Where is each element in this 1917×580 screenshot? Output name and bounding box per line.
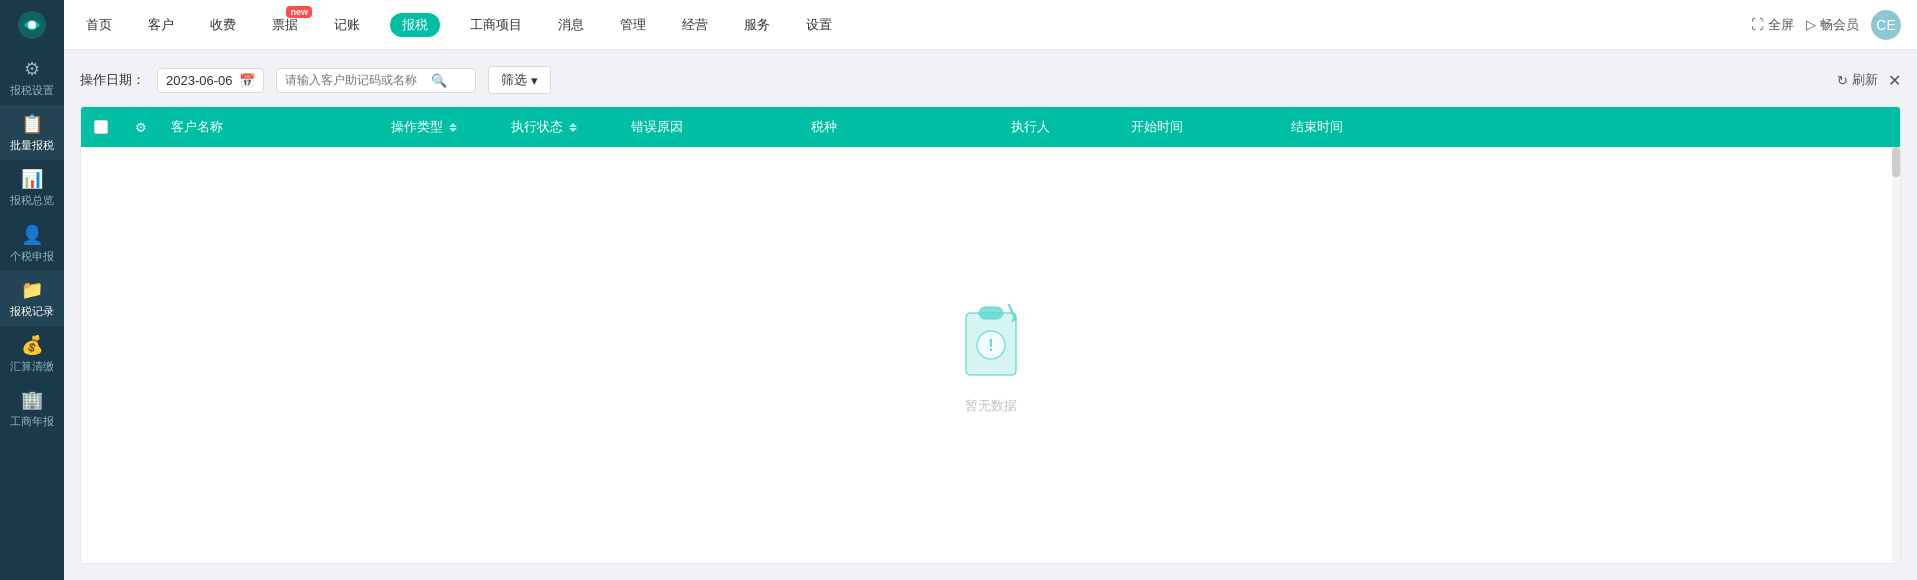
sidebar-item-baoshuijilu[interactable]: 📁 报税记录 <box>0 271 64 326</box>
empty-text: 暂无数据 <box>965 397 1017 415</box>
th-start-time: 开始时间 <box>1121 118 1281 136</box>
nav-piaoju[interactable]: 票据 new <box>266 12 304 38</box>
table-header: ⚙ 客户名称 操作类型 执行状态 <box>81 107 1900 147</box>
content-area: 操作日期： 2023-06-06 📅 🔍 筛选 ▾ ↻ 刷新 <box>64 50 1917 580</box>
toolbar: 操作日期： 2023-06-06 📅 🔍 筛选 ▾ ↻ 刷新 <box>80 66 1901 94</box>
th-op-type[interactable]: 操作类型 <box>381 118 501 136</box>
member-icon: ▷ <box>1806 17 1816 32</box>
th-tax-type: 税种 <box>801 118 1001 136</box>
main-container: 首页 客户 收费 票据 new 记账 报税 工商项目 消息 管理 经营 服务 设… <box>64 0 1917 580</box>
batch-icon: 📋 <box>21 113 43 135</box>
sidebar-item-geshuishenbao[interactable]: 👤 个税申报 <box>0 216 64 271</box>
nav-baoshui[interactable]: 报税 <box>390 13 440 37</box>
top-navigation: 首页 客户 收费 票据 new 记账 报税 工商项目 消息 管理 经营 服务 设… <box>64 0 1917 50</box>
sidebar-item-gongshangnianboa[interactable]: 🏢 工商年报 <box>0 381 64 436</box>
avatar[interactable]: CE <box>1871 10 1901 40</box>
svg-rect-4 <box>979 307 1003 319</box>
empty-illustration: ! <box>951 295 1031 385</box>
scroll-thumb[interactable] <box>1892 147 1900 177</box>
nav-gongshangxiangmu[interactable]: 工商项目 <box>464 12 528 38</box>
header-checkbox[interactable] <box>94 120 108 134</box>
record-icon: 📁 <box>21 279 43 301</box>
nav-fuwu[interactable]: 服务 <box>738 12 776 38</box>
nav-shoufei[interactable]: 收费 <box>204 12 242 38</box>
fullscreen-button[interactable]: ⛶ 全屏 <box>1751 16 1794 34</box>
nav-shezhi[interactable]: 设置 <box>800 12 838 38</box>
sort-icon-exec-status <box>569 123 577 132</box>
close-button[interactable]: ✕ <box>1888 71 1901 90</box>
th-settings: ⚙ <box>121 120 161 135</box>
nav-jizhang[interactable]: 记账 <box>328 12 366 38</box>
sort-icon-op-type <box>449 123 457 132</box>
data-table: ⚙ 客户名称 操作类型 执行状态 <box>80 106 1901 564</box>
new-badge: new <box>286 6 312 18</box>
th-end-time: 结束时间 <box>1281 118 1421 136</box>
app-logo <box>0 0 64 50</box>
sidebar-item-baoshuishezhi[interactable]: ⚙ 报税设置 <box>0 50 64 105</box>
svg-text:!: ! <box>988 337 993 354</box>
toolbar-right: ↻ 刷新 ✕ <box>1837 71 1901 90</box>
fullscreen-icon: ⛶ <box>1751 17 1764 32</box>
nav-shouye[interactable]: 首页 <box>80 12 118 38</box>
th-error-reason: 错误原因 <box>621 118 801 136</box>
topnav-right: ⛶ 全屏 ▷ 畅会员 CE <box>1751 10 1901 40</box>
refresh-icon: ↻ <box>1837 73 1848 88</box>
filter-button[interactable]: 筛选 ▾ <box>488 66 551 94</box>
search-input[interactable] <box>285 73 425 87</box>
table-body: ! 暂无数据 <box>81 147 1900 563</box>
th-executor: 执行人 <box>1001 118 1121 136</box>
member-button[interactable]: ▷ 畅会员 <box>1806 16 1859 34</box>
date-input[interactable]: 2023-06-06 📅 <box>157 68 264 93</box>
search-wrapper: 🔍 <box>276 68 476 93</box>
sidebar-item-huisuanqingqian[interactable]: 💰 汇算清缴 <box>0 326 64 381</box>
person-icon: 👤 <box>21 224 43 246</box>
nav-jingying[interactable]: 经营 <box>676 12 714 38</box>
sidebar: ⚙ 报税设置 📋 批量报税 📊 报税总览 👤 个税申报 📁 报税记录 💰 汇算清… <box>0 0 64 580</box>
th-customer: 客户名称 <box>161 118 381 136</box>
overview-icon: 📊 <box>21 168 43 190</box>
scrollbar[interactable] <box>1892 147 1900 563</box>
money-icon: 💰 <box>21 334 43 356</box>
svg-point-1 <box>28 21 36 29</box>
settings-icon: ⚙ <box>24 58 40 80</box>
sidebar-item-piliangshuiwu[interactable]: 📋 批量报税 <box>0 105 64 160</box>
calendar-icon: 📅 <box>239 73 255 88</box>
page-content: 操作日期： 2023-06-06 📅 🔍 筛选 ▾ ↻ 刷新 <box>64 50 1917 580</box>
nav-xiaoxi[interactable]: 消息 <box>552 12 590 38</box>
th-checkbox[interactable] <box>81 120 121 134</box>
search-icon: 🔍 <box>431 73 447 88</box>
refresh-button[interactable]: ↻ 刷新 <box>1837 71 1878 89</box>
settings-gear-icon: ⚙ <box>135 120 147 135</box>
company-icon: 🏢 <box>21 389 43 411</box>
chevron-down-icon: ▾ <box>531 73 538 88</box>
date-label: 操作日期： <box>80 71 145 89</box>
nav-guanli[interactable]: 管理 <box>614 12 652 38</box>
nav-kehu[interactable]: 客户 <box>142 12 180 38</box>
empty-state: ! 暂无数据 <box>951 295 1031 415</box>
th-exec-status[interactable]: 执行状态 <box>501 118 621 136</box>
sidebar-item-baoshuizonglan[interactable]: 📊 报税总览 <box>0 160 64 215</box>
